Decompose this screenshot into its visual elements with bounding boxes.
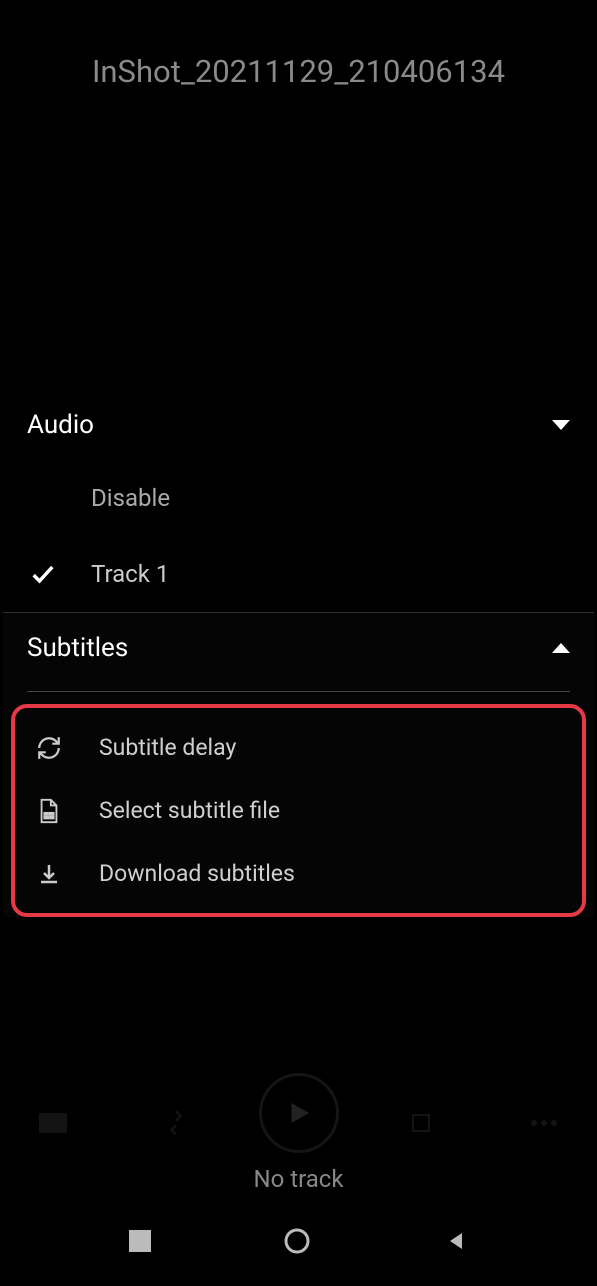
download-icon [35, 862, 63, 886]
video-preview-area[interactable] [3, 110, 594, 390]
download-subtitles-label: Download subtitles [99, 860, 295, 887]
download-subtitles-option[interactable]: Download subtitles [15, 842, 582, 905]
subtitle-divider [27, 691, 570, 692]
subtitle-control-icon[interactable] [33, 1103, 73, 1143]
select-subtitle-label: Select subtitle file [99, 797, 280, 824]
more-icon[interactable] [524, 1103, 564, 1143]
file-icon [35, 798, 63, 824]
recent-apps-button[interactable] [129, 1230, 151, 1252]
audio-track1-label: Track 1 [91, 560, 169, 588]
audio-disable-label: Disable [91, 484, 170, 512]
video-filename: InShot_20211129_210406134 [23, 53, 574, 90]
audio-option-disable[interactable]: Disable [3, 460, 594, 536]
select-subtitle-file-option[interactable]: Select subtitle file [15, 779, 582, 842]
subtitles-section-header[interactable]: Subtitles [3, 613, 594, 683]
refresh-icon [35, 735, 63, 761]
audio-section: Audio Disable Track 1 [3, 390, 594, 612]
navigation-bar [3, 1203, 594, 1283]
audio-option-track1[interactable]: Track 1 [3, 536, 594, 612]
home-button[interactable] [283, 1227, 311, 1255]
subtitle-delay-option[interactable]: Subtitle delay [15, 716, 582, 779]
audio-section-header[interactable]: Audio [3, 390, 594, 460]
rotate-icon[interactable] [156, 1103, 196, 1143]
header: InShot_20211129_210406134 [3, 3, 594, 110]
chevron-up-icon [552, 643, 570, 653]
back-button[interactable] [444, 1229, 468, 1253]
subtitles-title: Subtitles [27, 633, 128, 663]
subtitles-section: Subtitles Subtitle delay [3, 613, 594, 917]
crop-icon[interactable] [401, 1103, 441, 1143]
chevron-down-icon [552, 420, 570, 430]
play-button[interactable] [259, 1073, 339, 1153]
bottom-area: No track [3, 1129, 594, 1283]
check-icon [27, 560, 59, 588]
subtitle-options-highlight: Subtitle delay Select subtitle file [11, 704, 586, 917]
audio-title: Audio [27, 410, 94, 440]
subtitle-delay-label: Subtitle delay [99, 734, 236, 761]
